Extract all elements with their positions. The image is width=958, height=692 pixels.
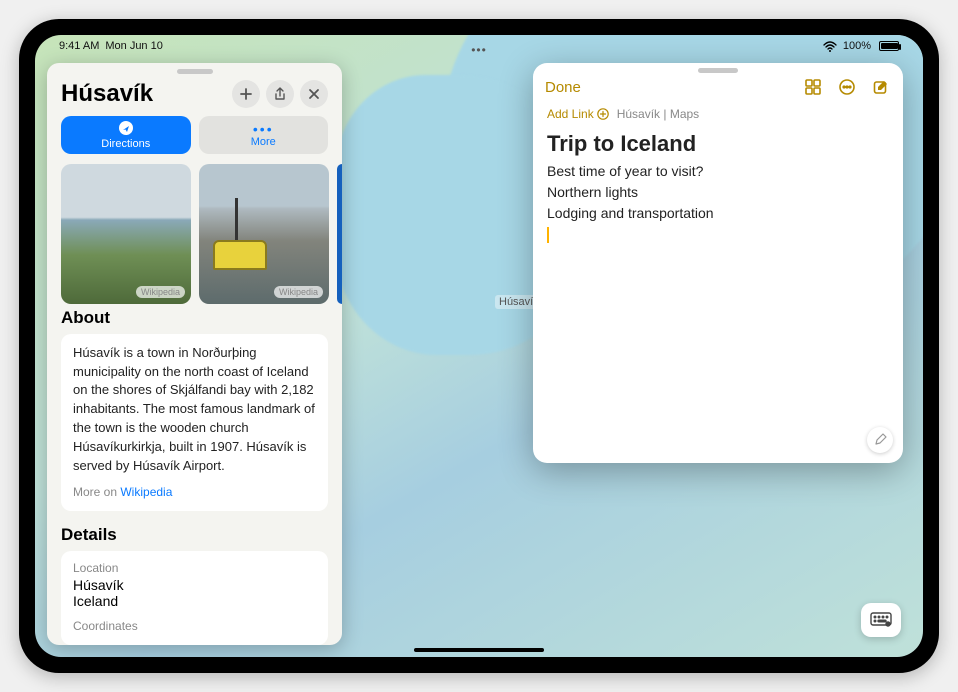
battery-icon <box>877 41 899 51</box>
coordinates-label: Coordinates <box>73 619 316 633</box>
battery-percent: 100% <box>843 40 871 52</box>
place-photo[interactable]: Wikipedia <box>199 164 329 304</box>
about-heading: About <box>47 304 342 334</box>
more-label: More <box>251 136 276 148</box>
details-card: Location HúsavíkIceland Coordinates <box>61 551 328 645</box>
place-title: Húsavík <box>61 80 226 108</box>
markup-icon[interactable] <box>867 427 893 453</box>
text-cursor <box>547 227 549 243</box>
place-photo[interactable] <box>337 164 342 304</box>
about-more-link[interactable]: More on Wikipedia <box>73 484 316 501</box>
multitask-dots-icon[interactable]: ••• <box>471 43 487 57</box>
done-button[interactable]: Done <box>545 79 581 96</box>
directions-label: Directions <box>101 138 150 150</box>
place-photos-row[interactable]: Wikipedia Wikipedia <box>47 164 342 304</box>
more-button[interactable]: ••• More <box>199 116 329 154</box>
place-photo[interactable]: Wikipedia <box>61 164 191 304</box>
status-time: 9:41 AM <box>59 40 99 52</box>
gallery-view-icon[interactable] <box>803 77 823 97</box>
status-bar: 9:41 AM Mon Jun 10 ••• 100% <box>35 37 923 55</box>
details-heading: Details <box>47 521 342 551</box>
note-title[interactable]: Trip to Iceland <box>547 131 889 157</box>
note-line[interactable]: Northern lights <box>547 182 889 203</box>
add-link-button[interactable]: Add Link <box>547 107 609 121</box>
share-button[interactable] <box>266 80 294 108</box>
close-button[interactable] <box>300 80 328 108</box>
about-text: Húsavík is a town in Norðurþing municipa… <box>73 345 315 473</box>
photo-source: Wikipedia <box>136 286 185 298</box>
compose-icon[interactable] <box>871 77 891 97</box>
add-button[interactable] <box>232 80 260 108</box>
photo-source: Wikipedia <box>274 286 323 298</box>
status-date: Mon Jun 10 <box>105 40 162 52</box>
location-label: Location <box>73 561 316 575</box>
more-icon: ••• <box>253 122 274 136</box>
note-body[interactable]: Trip to Iceland Best time of year to vis… <box>533 131 903 245</box>
note-line[interactable]: Lodging and transportation <box>547 203 889 224</box>
wifi-icon <box>823 41 837 52</box>
note-line[interactable]: Best time of year to visit? <box>547 161 889 182</box>
directions-icon <box>118 120 134 138</box>
keyboard-button[interactable] <box>861 603 901 637</box>
note-link-breadcrumb[interactable]: Húsavík | Maps <box>617 107 699 121</box>
more-options-icon[interactable] <box>837 77 857 97</box>
directions-button[interactable]: Directions <box>61 116 191 154</box>
location-value: HúsavíkIceland <box>73 577 316 609</box>
maps-screen: Húsavík 9:41 AM Mon Jun 10 ••• 100% <box>35 35 923 657</box>
panel-grabber[interactable] <box>177 69 213 74</box>
place-card-panel[interactable]: Húsavík Directions <box>47 63 342 645</box>
home-indicator[interactable] <box>414 648 544 652</box>
about-card: Húsavík is a town in Norðurþing municipa… <box>61 334 328 511</box>
quick-note-window[interactable]: Done Add Link Hú <box>533 63 903 463</box>
